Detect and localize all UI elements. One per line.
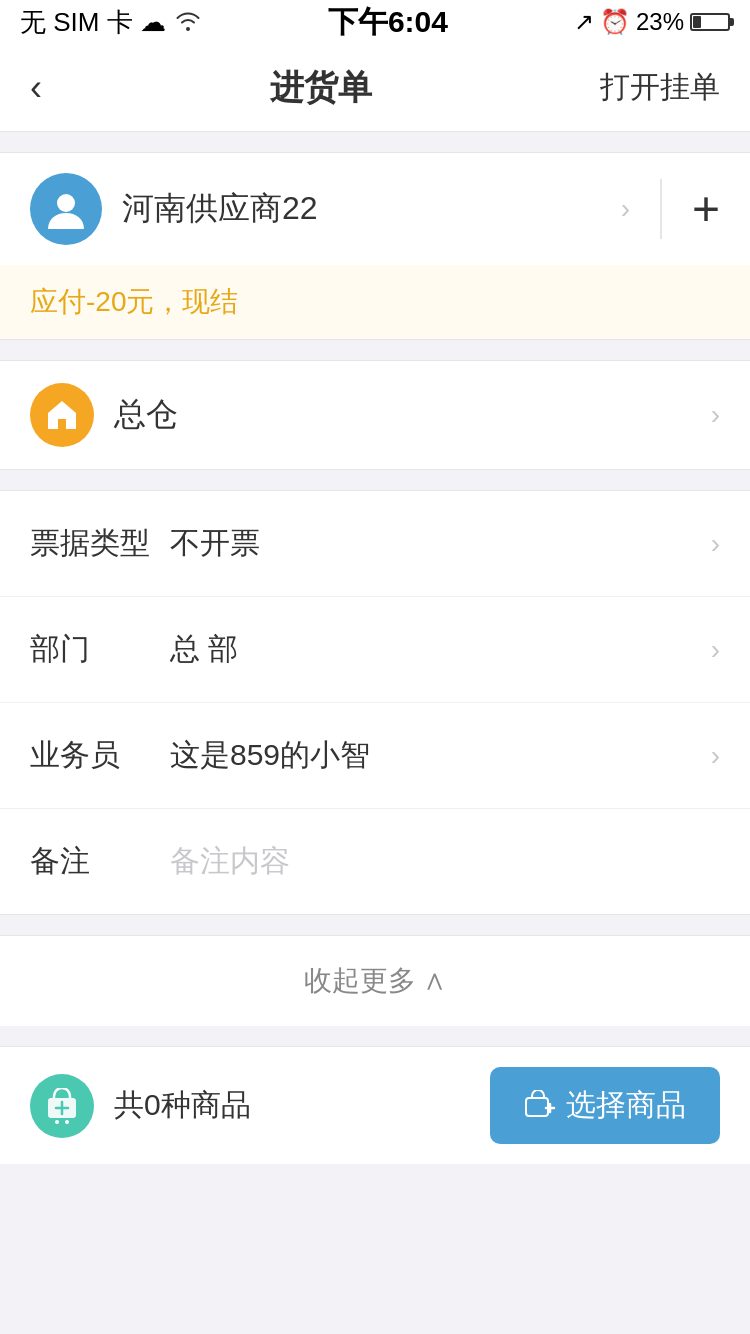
department-row[interactable]: 部门 总 部 › bbox=[0, 597, 750, 703]
supplier-row[interactable]: 河南供应商22 › + bbox=[0, 153, 750, 265]
warehouse-name: 总仓 bbox=[114, 393, 711, 437]
warehouse-row[interactable]: 总仓 › bbox=[0, 360, 750, 470]
department-label: 部门 bbox=[30, 629, 170, 670]
status-bar: 无 SIM 卡 ☁ 下午6:04 ↗ ⏰ 23% bbox=[0, 0, 750, 44]
supplier-divider bbox=[660, 179, 662, 239]
invoice-value: 不开票 bbox=[170, 523, 711, 564]
svg-rect-4 bbox=[526, 1098, 548, 1116]
invoice-row[interactable]: 票据类型 不开票 › bbox=[0, 491, 750, 597]
department-value: 总 部 bbox=[170, 629, 711, 670]
alarm-icon: ⏰ bbox=[600, 8, 630, 36]
department-chevron-icon: › bbox=[711, 634, 720, 666]
form-section: 票据类型 不开票 › 部门 总 部 › 业务员 这是859的小智 › 备注 备注… bbox=[0, 490, 750, 915]
warehouse-chevron-icon: › bbox=[711, 399, 720, 431]
invoice-label: 票据类型 bbox=[30, 523, 170, 564]
status-left: 无 SIM 卡 ☁ bbox=[20, 5, 202, 40]
no-sim-label: 无 SIM 卡 ☁ bbox=[20, 5, 166, 40]
home-icon bbox=[44, 397, 80, 433]
product-icon-bg bbox=[30, 1074, 94, 1138]
product-count-text: 共0种商品 bbox=[114, 1085, 490, 1126]
warning-text: 应付-20元，现结 bbox=[30, 286, 238, 317]
wifi-icon bbox=[174, 7, 202, 38]
warning-banner: 应付-20元，现结 bbox=[0, 265, 750, 339]
remark-label: 备注 bbox=[30, 841, 170, 882]
location-icon: ↗ bbox=[574, 8, 594, 36]
status-time: 下午6:04 bbox=[328, 2, 448, 43]
battery-icon bbox=[690, 13, 730, 31]
select-product-button[interactable]: 选择商品 bbox=[490, 1067, 720, 1144]
svg-point-0 bbox=[57, 194, 75, 212]
collapse-toggle[interactable]: 收起更多 ∧ bbox=[0, 935, 750, 1026]
section-divider-1 bbox=[0, 132, 750, 152]
remark-row[interactable]: 备注 备注内容 bbox=[0, 809, 750, 914]
add-supplier-button[interactable]: + bbox=[692, 185, 720, 233]
add-cart-icon bbox=[524, 1090, 556, 1122]
bottom-bar: 共0种商品 选择商品 bbox=[0, 1046, 750, 1164]
salesman-row[interactable]: 业务员 这是859的小智 › bbox=[0, 703, 750, 809]
status-right: ↗ ⏰ 23% bbox=[574, 8, 730, 36]
salesman-label: 业务员 bbox=[30, 735, 170, 776]
nav-bar: ‹ 进货单 打开挂单 bbox=[0, 44, 750, 132]
open-pending-button[interactable]: 打开挂单 bbox=[600, 67, 720, 108]
supplier-name: 河南供应商22 bbox=[122, 187, 621, 231]
salesman-chevron-icon: › bbox=[711, 740, 720, 772]
salesman-value: 这是859的小智 bbox=[170, 735, 711, 776]
supplier-chevron-icon: › bbox=[621, 193, 630, 225]
svg-point-2 bbox=[55, 1120, 59, 1124]
select-product-label: 选择商品 bbox=[566, 1085, 686, 1126]
back-button[interactable]: ‹ bbox=[30, 67, 42, 109]
remark-placeholder[interactable]: 备注内容 bbox=[170, 841, 720, 882]
cart-icon bbox=[44, 1088, 80, 1124]
invoice-chevron-icon: › bbox=[711, 528, 720, 560]
page-title: 进货单 bbox=[270, 65, 372, 111]
person-icon bbox=[44, 187, 88, 231]
svg-point-3 bbox=[65, 1120, 69, 1124]
supplier-section: 河南供应商22 › + 应付-20元，现结 bbox=[0, 152, 750, 340]
collapse-label: 收起更多 ∧ bbox=[304, 965, 447, 996]
supplier-avatar bbox=[30, 173, 102, 245]
battery-percent: 23% bbox=[636, 8, 684, 36]
warehouse-icon-bg bbox=[30, 383, 94, 447]
